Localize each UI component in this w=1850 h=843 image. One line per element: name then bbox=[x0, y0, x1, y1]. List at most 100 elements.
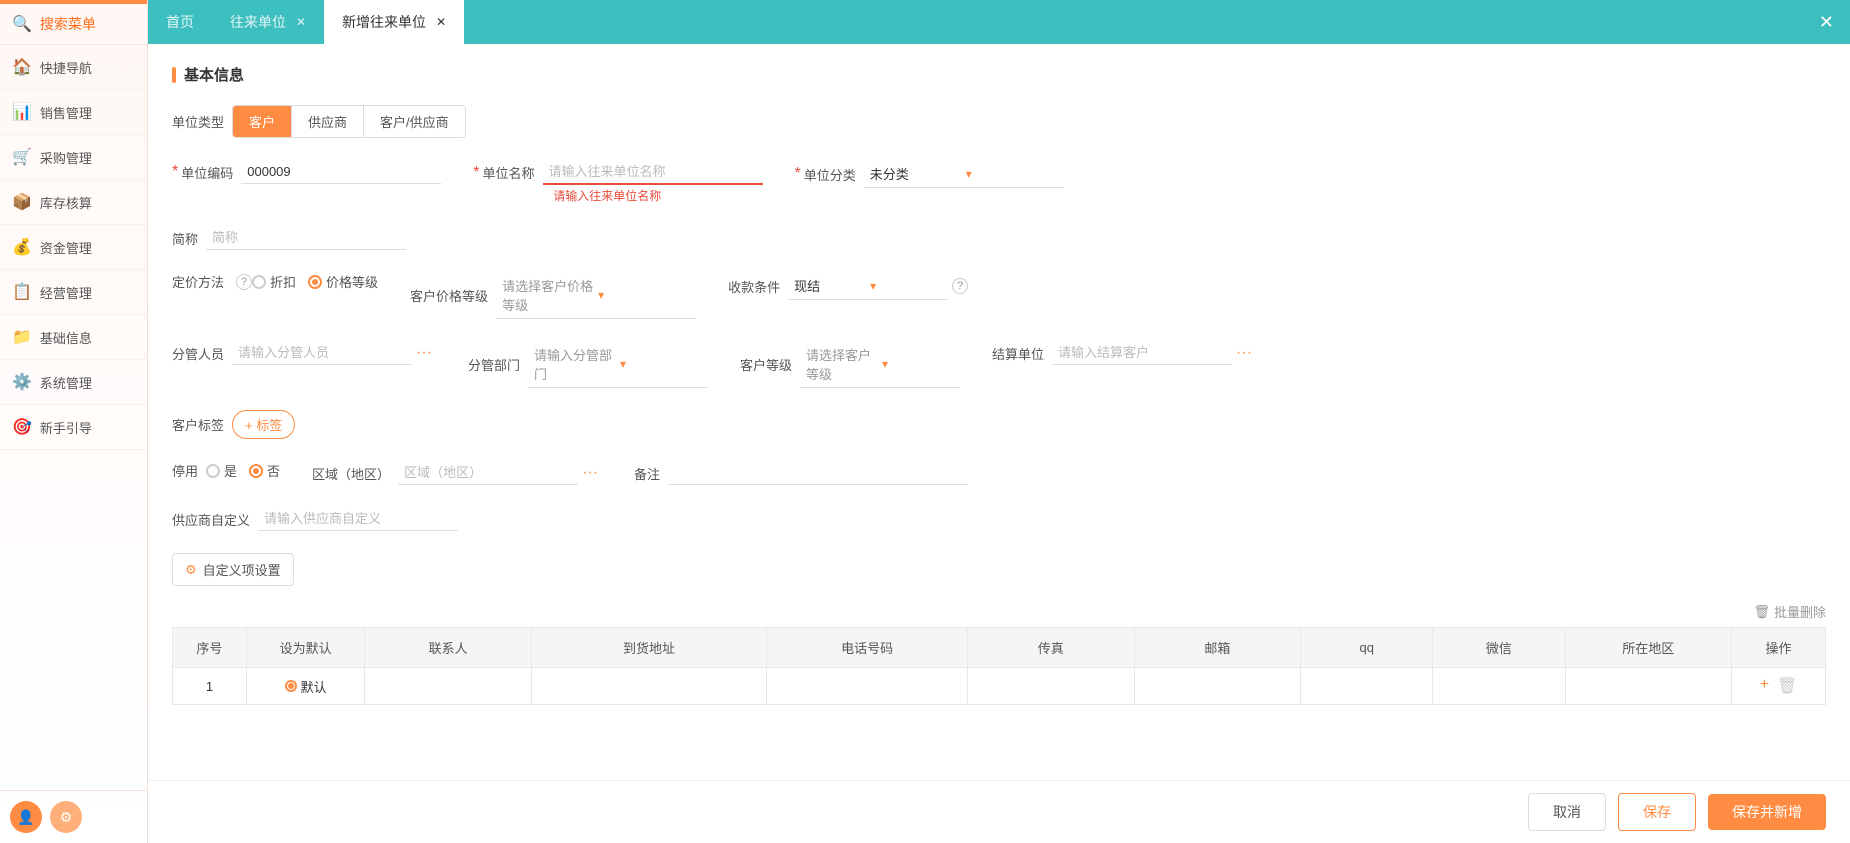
unit-category-select[interactable]: 未分类 ▾ bbox=[864, 160, 1064, 188]
sidebar-item-quick-nav[interactable]: 🏠 快捷导航 bbox=[0, 45, 147, 90]
payment-help-icon[interactable]: ? bbox=[952, 278, 968, 294]
tab-bar-close-btn[interactable]: ✕ bbox=[1803, 12, 1850, 33]
gear-icon: ⚙️ bbox=[12, 372, 32, 392]
row-add-btn[interactable]: + bbox=[1760, 676, 1769, 696]
cancel-button[interactable]: 取消 bbox=[1528, 793, 1606, 831]
region-input[interactable] bbox=[398, 461, 578, 485]
row-qq[interactable] bbox=[1301, 668, 1433, 705]
tab-new-counterparty[interactable]: 新增往来单位 ✕ bbox=[324, 0, 464, 44]
row-region[interactable] bbox=[1565, 668, 1732, 705]
region-label: 区域（地区） bbox=[312, 464, 390, 483]
settings-gear-icon: ⚙ bbox=[185, 562, 197, 578]
price-level-label: 价格等级 bbox=[326, 272, 378, 291]
settlement-more-btn[interactable]: ··· bbox=[1232, 344, 1256, 362]
tab-new-counterparty-close[interactable]: ✕ bbox=[436, 15, 446, 29]
tab-bar: 首页 往来单位 ✕ 新增往来单位 ✕ ✕ bbox=[148, 0, 1850, 44]
col-email: 邮箱 bbox=[1134, 628, 1301, 668]
manager-input[interactable] bbox=[232, 341, 412, 365]
clipboard-icon: 📋 bbox=[12, 282, 32, 302]
target-icon: 🎯 bbox=[12, 417, 32, 437]
row-qq-input[interactable] bbox=[1337, 679, 1397, 694]
row-address[interactable] bbox=[531, 668, 766, 705]
batch-delete-button[interactable]: 🗑 批量删除 bbox=[1753, 602, 1826, 621]
customer-price-select[interactable]: 请选择客户价格等级 ▾ bbox=[496, 272, 696, 319]
sidebar-item-label: 新手引导 bbox=[40, 418, 92, 437]
alias-label: 简称 bbox=[172, 229, 198, 248]
home-icon: 🏠 bbox=[12, 57, 32, 77]
save-new-button[interactable]: 保存并新增 bbox=[1708, 794, 1826, 830]
sidebar-user-btn[interactable]: 👤 bbox=[10, 801, 42, 833]
section-icon bbox=[172, 67, 176, 83]
table-toolbar: 🗑 批量删除 bbox=[172, 602, 1826, 621]
type-btn-both[interactable]: 客户/供应商 bbox=[364, 106, 465, 137]
type-btn-customer[interactable]: 客户 bbox=[233, 106, 292, 137]
unit-type-label: 单位类型 bbox=[172, 112, 224, 131]
row-region-input[interactable] bbox=[1608, 679, 1688, 694]
row-contact[interactable] bbox=[365, 668, 532, 705]
batch-delete-label: 批量删除 bbox=[1774, 602, 1826, 621]
sidebar-item-finance[interactable]: 💰 资金管理 bbox=[0, 225, 147, 270]
sidebar-item-label: 基础信息 bbox=[40, 328, 92, 347]
tag-label: 客户标签 bbox=[172, 415, 224, 434]
disabled-no[interactable]: 否 bbox=[249, 461, 280, 480]
disabled-yes[interactable]: 是 bbox=[206, 461, 237, 480]
sidebar-item-inventory[interactable]: 📦 库存核算 bbox=[0, 180, 147, 225]
save-button[interactable]: 保存 bbox=[1618, 793, 1696, 831]
sidebar-item-operation[interactable]: 📋 经营管理 bbox=[0, 270, 147, 315]
type-btn-supplier[interactable]: 供应商 bbox=[292, 106, 364, 137]
disabled-radio-group: 是 否 bbox=[206, 461, 280, 480]
row-phone[interactable] bbox=[767, 668, 968, 705]
col-default: 设为默认 bbox=[246, 628, 365, 668]
pricing-help-icon[interactable]: ? bbox=[236, 274, 252, 290]
unit-name-input[interactable] bbox=[543, 160, 763, 185]
sidebar-item-purchase[interactable]: 🛒 采购管理 bbox=[0, 135, 147, 180]
sidebar-item-guide[interactable]: 🎯 新手引导 bbox=[0, 405, 147, 450]
sidebar-item-sales[interactable]: 📊 销售管理 bbox=[0, 90, 147, 135]
sidebar-item-label: 经营管理 bbox=[40, 283, 92, 302]
unit-code-input[interactable] bbox=[241, 160, 441, 184]
add-tag-button[interactable]: + 标签 bbox=[232, 410, 295, 439]
customer-level-select[interactable]: 请选择客户等级 ▾ bbox=[800, 341, 960, 388]
pricing-group: 定价方法 ? 折扣 价格等级 bbox=[172, 272, 378, 291]
row-fax[interactable] bbox=[968, 668, 1135, 705]
sidebar-search[interactable]: 🔍 搜索菜单 bbox=[0, 4, 147, 45]
tab-home[interactable]: 首页 bbox=[148, 0, 212, 44]
box-icon: 📦 bbox=[12, 192, 32, 212]
row-email-input[interactable] bbox=[1177, 679, 1257, 694]
region-more-btn[interactable]: ··· bbox=[578, 464, 602, 482]
alias-group: 简称 bbox=[172, 226, 406, 250]
pricing-radio-group: 折扣 价格等级 bbox=[252, 272, 378, 291]
category-dropdown-icon: ▾ bbox=[966, 167, 1058, 181]
sidebar-settings-btn[interactable]: ⚙ bbox=[50, 801, 82, 833]
alias-input[interactable] bbox=[206, 226, 406, 250]
pricing-discount[interactable]: 折扣 bbox=[252, 272, 296, 291]
manager-more-btn[interactable]: ··· bbox=[412, 344, 436, 362]
payment-condition-select[interactable]: 现结 ▾ bbox=[788, 272, 948, 300]
row-phone-input[interactable] bbox=[817, 679, 917, 694]
content-area: 基本信息 单位类型 客户 供应商 客户/供应商 * 单位编码 * bbox=[148, 44, 1850, 780]
custom-settings-label: 自定义项设置 bbox=[203, 560, 281, 579]
row-fax-input[interactable] bbox=[1011, 679, 1091, 694]
pricing-price-level[interactable]: 价格等级 bbox=[308, 272, 378, 291]
unit-category-value: 未分类 bbox=[870, 164, 962, 183]
row-delete-btn[interactable]: 🗑 bbox=[1777, 676, 1797, 696]
row-wechat-input[interactable] bbox=[1469, 679, 1529, 694]
contact-table: 序号 设为默认 联系人 到货地址 电话号码 传真 邮箱 qq 微信 所在地区 操… bbox=[172, 627, 1826, 705]
sidebar-item-basic-info[interactable]: 📁 基础信息 bbox=[0, 315, 147, 360]
department-select[interactable]: 请输入分管部门 ▾ bbox=[528, 341, 708, 388]
settlement-input[interactable] bbox=[1052, 341, 1232, 365]
supplier-custom-input[interactable] bbox=[258, 507, 458, 531]
col-no: 序号 bbox=[173, 628, 247, 668]
row-email[interactable] bbox=[1134, 668, 1301, 705]
remark-label: 备注 bbox=[634, 464, 660, 483]
sidebar-item-system[interactable]: ⚙️ 系统管理 bbox=[0, 360, 147, 405]
row-default-radio[interactable] bbox=[285, 680, 297, 692]
sidebar-bottom: 👤 ⚙ bbox=[0, 790, 147, 843]
custom-settings-button[interactable]: ⚙ 自定义项设置 bbox=[172, 553, 294, 586]
tab-counterparty-close[interactable]: ✕ bbox=[296, 15, 306, 29]
row-wechat[interactable] bbox=[1433, 668, 1565, 705]
remark-input[interactable] bbox=[668, 461, 968, 485]
row-address-input[interactable] bbox=[589, 679, 709, 694]
row-contact-input[interactable] bbox=[408, 679, 488, 694]
tab-counterparty[interactable]: 往来单位 ✕ bbox=[212, 0, 324, 44]
